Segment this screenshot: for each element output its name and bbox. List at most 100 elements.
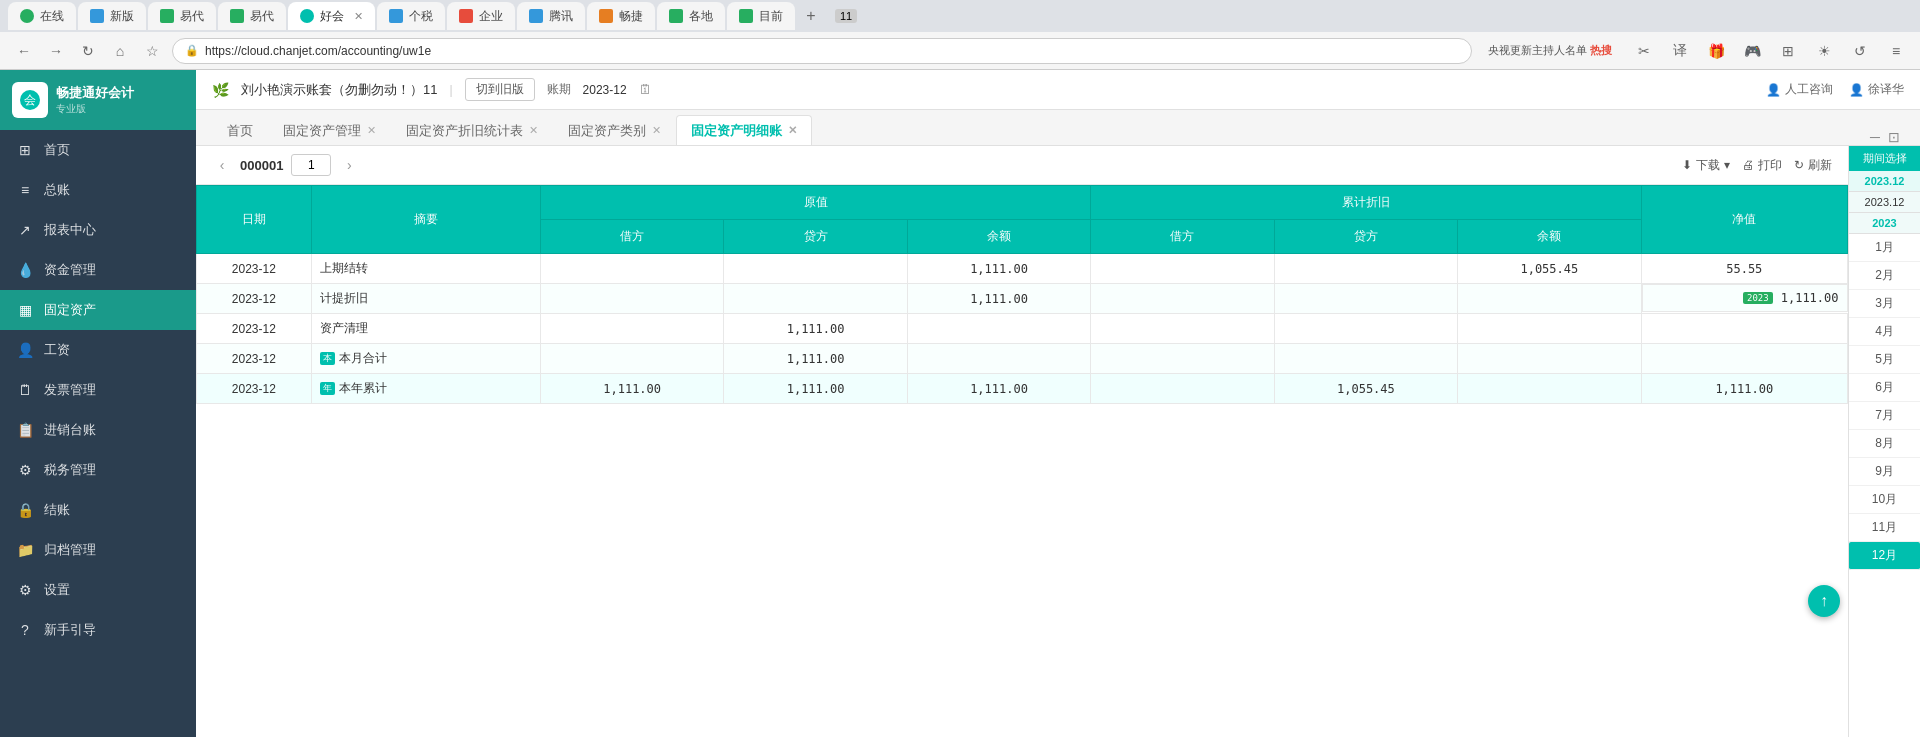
period-month-3[interactable]: 3月 xyxy=(1849,290,1920,318)
download-button[interactable]: ⬇ 下载 ▾ xyxy=(1682,157,1730,174)
maximize-icon[interactable]: ⊡ xyxy=(1888,129,1900,145)
sidebar-item-salary[interactable]: 👤 工资 xyxy=(0,330,196,370)
sidebar-item-settings[interactable]: ⚙ 设置 xyxy=(0,570,196,610)
sidebar-item-sales[interactable]: 📋 进销台账 xyxy=(0,410,196,450)
favicon-muqian xyxy=(739,9,753,23)
separator1: | xyxy=(449,83,452,97)
browser-tab-zaix[interactable]: 在线 xyxy=(8,2,76,30)
sidebar-item-tax[interactable]: ⚙ 税务管理 xyxy=(0,450,196,490)
browser-tab-changjie[interactable]: 畅捷 xyxy=(587,2,655,30)
sidebar-item-close[interactable]: 🔒 结账 xyxy=(0,490,196,530)
tab-depreciation-stats[interactable]: 固定资产折旧统计表 ✕ xyxy=(391,115,553,145)
sidebar-item-capital[interactable]: 💧 资金管理 xyxy=(0,250,196,290)
cell-date-4: 2023-12 xyxy=(197,374,312,404)
scissors-icon[interactable]: ✂ xyxy=(1632,39,1656,63)
switch-version-button[interactable]: 切到旧版 xyxy=(465,78,535,101)
tab-home[interactable]: 首页 xyxy=(212,115,268,145)
top-bar-right: 👤 人工咨询 👤 徐译华 xyxy=(1766,81,1904,98)
print-icon: 🖨 xyxy=(1742,158,1754,172)
browser-tab-haohui[interactable]: 好会 ✕ xyxy=(288,2,375,30)
sidebar-item-guide[interactable]: ? 新手引导 xyxy=(0,610,196,650)
cell-summary-4: 年 本年累计 xyxy=(311,374,540,404)
sidebar-item-archive[interactable]: 📁 归档管理 xyxy=(0,530,196,570)
period-selected-year1[interactable]: 2023.12 xyxy=(1849,171,1920,192)
tab-close-assets-detail[interactable]: ✕ xyxy=(788,124,797,137)
nav-back[interactable]: ← xyxy=(12,39,36,63)
tab-close-fixed-assets-mgmt[interactable]: ✕ xyxy=(367,124,376,137)
archive-icon: 📁 xyxy=(16,541,34,559)
nav-forward[interactable]: → xyxy=(44,39,68,63)
sales-icon: 📋 xyxy=(16,421,34,439)
period-month-10[interactable]: 10月 xyxy=(1849,486,1920,514)
sidebar-item-report[interactable]: ↗ 报表中心 xyxy=(0,210,196,250)
cell-acc-debit-4 xyxy=(1091,374,1274,404)
sidebar-item-general-ledger[interactable]: ≡ 总账 xyxy=(0,170,196,210)
refresh-button[interactable]: ↻ 刷新 xyxy=(1794,157,1832,174)
tab-assets-detail[interactable]: 固定资产明细账 ✕ xyxy=(676,115,812,145)
period-selected-year2[interactable]: 2023.12 xyxy=(1849,192,1920,213)
prev-account-button[interactable]: ‹ xyxy=(212,155,232,175)
nav-bookmark[interactable]: ☆ xyxy=(140,39,164,63)
tab-assets-category[interactable]: 固定资产类别 ✕ xyxy=(553,115,676,145)
browser-tab-tengxun[interactable]: 腾讯 xyxy=(517,2,585,30)
cell-summary-0: 上期结转 xyxy=(311,254,540,284)
brightness-icon[interactable]: ☀ xyxy=(1812,39,1836,63)
browser-tab-yidai2[interactable]: 易代 xyxy=(218,2,286,30)
user-button[interactable]: 👤 徐译华 xyxy=(1849,81,1904,98)
search-action[interactable]: 央视更新主持人名单 热搜 xyxy=(1488,43,1612,58)
table-row: 2023-12 资产清理 1,111.00 xyxy=(197,314,1848,344)
nav-refresh[interactable]: ↻ xyxy=(76,39,100,63)
calendar-icon[interactable]: 🗓 xyxy=(639,82,652,97)
print-button[interactable]: 🖨 打印 xyxy=(1742,157,1782,174)
account-number-input[interactable] xyxy=(291,154,331,176)
ledger-toolbar: ‹ 000001 › ⬇ 下载 ▾ 🖨 打印 xyxy=(196,146,1848,185)
year-badge: 2023 xyxy=(1743,292,1773,304)
browser-tab-yidai1[interactable]: 易代 xyxy=(148,2,216,30)
history-icon[interactable]: ↺ xyxy=(1848,39,1872,63)
help-button[interactable]: 👤 人工咨询 xyxy=(1766,81,1833,98)
wallet-icon[interactable]: 🎁 xyxy=(1704,39,1728,63)
period-month-7[interactable]: 7月 xyxy=(1849,402,1920,430)
tab-close-haohui[interactable]: ✕ xyxy=(354,10,363,23)
minimize-icon[interactable]: ─ xyxy=(1870,129,1880,145)
browser-tab-xin[interactable]: 新版 xyxy=(78,2,146,30)
period-month-4[interactable]: 4月 xyxy=(1849,318,1920,346)
sidebar: 会 畅捷通好会计 专业版 ⊞ 首页 ≡ 总账 ↗ 报表中心 💧 资金管理 xyxy=(0,70,196,737)
period-month-8[interactable]: 8月 xyxy=(1849,430,1920,458)
menu-icon[interactable]: ≡ xyxy=(1884,39,1908,63)
th-acc-balance: 余额 xyxy=(1458,220,1641,254)
settings-icon: ⚙ xyxy=(16,581,34,599)
period-month-6[interactable]: 6月 xyxy=(1849,374,1920,402)
address-bar: ← → ↻ ⌂ ☆ 🔒 https://cloud.chanjet.com/ac… xyxy=(0,32,1920,70)
browser-tab-qiye[interactable]: 企业 xyxy=(447,2,515,30)
sidebar-item-invoice[interactable]: 🗒 发票管理 xyxy=(0,370,196,410)
browser-tab-gedi[interactable]: 各地 xyxy=(657,2,725,30)
tab-close-depreciation-stats[interactable]: ✕ xyxy=(529,124,538,137)
sidebar-item-fixed-assets[interactable]: ▦ 固定资产 xyxy=(0,290,196,330)
browser-tab-muqian[interactable]: 目前 xyxy=(727,2,795,30)
th-acc-debit: 借方 xyxy=(1091,220,1274,254)
period-month-12[interactable]: 12月 xyxy=(1849,542,1920,570)
tab-fixed-assets-mgmt[interactable]: 固定资产管理 ✕ xyxy=(268,115,391,145)
invoice-icon: 🗒 xyxy=(16,381,34,399)
tab-add-button[interactable]: + xyxy=(797,2,825,30)
app-title: 畅捷通好会计 xyxy=(56,84,134,102)
tab-close-assets-category[interactable]: ✕ xyxy=(652,124,661,137)
period-month-5[interactable]: 5月 xyxy=(1849,346,1920,374)
sidebar-item-home[interactable]: ⊞ 首页 xyxy=(0,130,196,170)
grid-icon[interactable]: ⊞ xyxy=(1776,39,1800,63)
page-tabs: 首页 固定资产管理 ✕ 固定资产折旧统计表 ✕ 固定资产类别 ✕ 固定资产明细账… xyxy=(196,110,1920,146)
period-month-9[interactable]: 9月 xyxy=(1849,458,1920,486)
favicon-xin xyxy=(90,9,104,23)
period-month-11[interactable]: 11月 xyxy=(1849,514,1920,542)
period-month-2[interactable]: 2月 xyxy=(1849,262,1920,290)
scroll-up-button[interactable]: ↑ xyxy=(1808,585,1840,617)
address-input[interactable]: 🔒 https://cloud.chanjet.com/accounting/u… xyxy=(172,38,1472,64)
browser-chrome: 在线 新版 易代 易代 好会 ✕ 个税 企业 腾讯 xyxy=(0,0,1920,70)
nav-home[interactable]: ⌂ xyxy=(108,39,132,63)
translate-icon[interactable]: 译 xyxy=(1668,39,1692,63)
browser-tab-geshui[interactable]: 个税 xyxy=(377,2,445,30)
next-account-button[interactable]: › xyxy=(339,155,359,175)
period-month-1[interactable]: 1月 xyxy=(1849,234,1920,262)
game-icon[interactable]: 🎮 xyxy=(1740,39,1764,63)
